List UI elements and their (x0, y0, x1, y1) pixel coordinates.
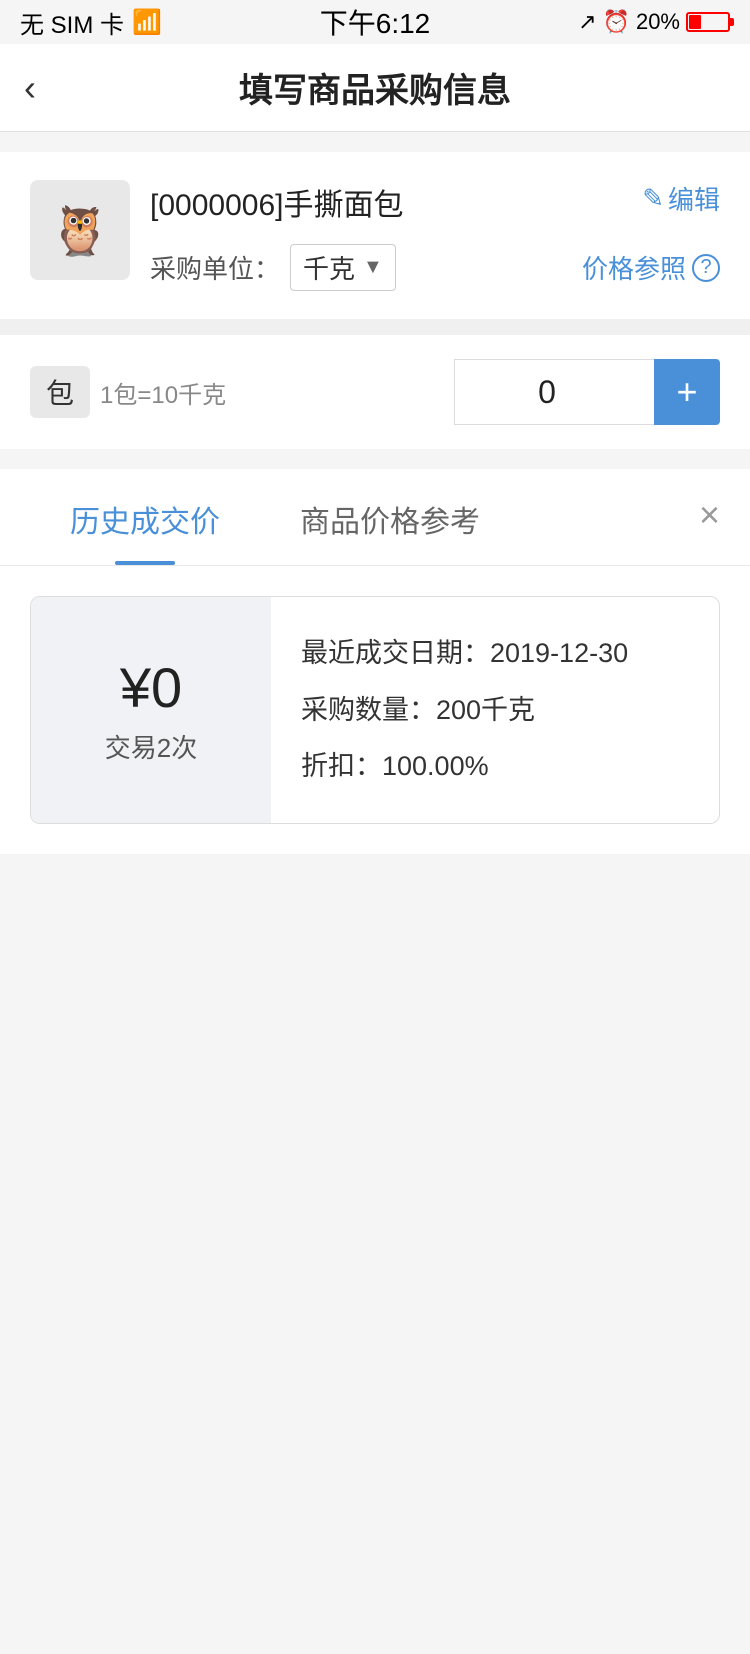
discount-value: 100.00% (382, 751, 489, 781)
product-header: [0000006]手撕面包 ✎ 编辑 (150, 180, 720, 224)
recent-date-row: 最近成交日期：2019-12-30 (301, 633, 689, 674)
unit-dropdown-icon: ▼ (363, 256, 383, 279)
quantity-input[interactable] (454, 359, 654, 425)
tabs-container: 历史成交价 商品价格参考 × ¥0 交易2次 最近成交日期：2019-12-30… (0, 469, 750, 854)
nav-bar: ‹ 填写商品采购信息 (0, 44, 750, 132)
location-icon: ↗ (578, 9, 596, 35)
purchase-qty-value: 200千克 (436, 695, 535, 725)
price-card: ¥0 交易2次 最近成交日期：2019-12-30 采购数量：200千克 折扣：… (30, 596, 720, 824)
tab-market-price[interactable]: 商品价格参考 (260, 469, 520, 565)
status-bar: 无 SIM 卡 📶 下午6:12 ↗ ⏰ 20% (0, 0, 750, 44)
quantity-input-group: + (454, 359, 720, 425)
page-title: 填写商品采购信息 (239, 63, 511, 112)
back-button[interactable]: ‹ (24, 67, 36, 109)
unit-label: 采购单位： (150, 249, 280, 286)
edit-icon: ✎ (642, 183, 664, 214)
quantity-unit-box: 包 (30, 366, 90, 418)
battery-icon (686, 12, 730, 32)
tab-history-label: 历史成交价 (70, 506, 220, 539)
price-right-panel: 最近成交日期：2019-12-30 采购数量：200千克 折扣：100.00% (271, 597, 719, 823)
tab-history-price[interactable]: 历史成交价 (30, 469, 260, 565)
status-left: 无 SIM 卡 📶 (20, 5, 162, 40)
edit-button[interactable]: ✎ 编辑 (642, 180, 720, 217)
product-thumbnail-icon: 🦉 (50, 202, 110, 259)
recent-date-value: 2019-12-30 (490, 638, 628, 668)
product-unit-row: 采购单位： 千克 ▼ 价格参照 ? (150, 244, 720, 291)
tabs-header: 历史成交价 商品价格参考 × (0, 469, 750, 566)
recent-date-label: 最近成交日期： (301, 638, 490, 668)
product-info: [0000006]手撕面包 ✎ 编辑 采购单位： 千克 ▼ 价格参照 ? (150, 180, 720, 291)
purchase-qty-row: 采购数量：200千克 (301, 690, 689, 731)
purchase-qty-label: 采购数量： (301, 695, 436, 725)
product-name: [0000006]手撕面包 (150, 180, 403, 224)
price-ref-label: 价格参照 (582, 249, 686, 286)
quantity-row: 包 1包=10千克 + (0, 335, 750, 449)
status-time: 下午6:12 (320, 2, 431, 42)
section-divider (0, 319, 750, 335)
price-reference-button[interactable]: 价格参照 ? (582, 249, 720, 286)
quantity-conversion: 1包=10千克 (100, 375, 226, 410)
tabs-close-button[interactable]: × (699, 494, 720, 536)
status-right: ↗ ⏰ 20% (578, 9, 730, 35)
quantity-left: 包 1包=10千克 (30, 366, 226, 418)
product-image: 🦉 (30, 180, 130, 280)
discount-label: 折扣： (301, 751, 382, 781)
price-amount: ¥0 (120, 655, 182, 720)
quantity-plus-button[interactable]: + (654, 359, 720, 425)
page-body (0, 854, 750, 1654)
unit-select[interactable]: 千克 ▼ (290, 244, 396, 291)
edit-label: 编辑 (668, 180, 720, 217)
product-card: 🦉 [0000006]手撕面包 ✎ 编辑 采购单位： 千克 ▼ 价格参照 ? (0, 152, 750, 319)
discount-row: 折扣：100.00% (301, 746, 689, 787)
unit-value: 千克 (303, 249, 355, 286)
wifi-icon: 📶 (132, 8, 162, 37)
price-trade-count: 交易2次 (105, 728, 197, 765)
tab-content-history: ¥0 交易2次 最近成交日期：2019-12-30 采购数量：200千克 折扣：… (0, 566, 750, 854)
battery-percent: 20% (636, 9, 680, 35)
alarm-icon: ⏰ (603, 9, 630, 35)
tab-market-label: 商品价格参考 (300, 506, 480, 539)
price-ref-help-icon: ? (692, 254, 720, 282)
price-left-panel: ¥0 交易2次 (31, 597, 271, 823)
no-sim-label: 无 SIM 卡 (20, 5, 124, 40)
